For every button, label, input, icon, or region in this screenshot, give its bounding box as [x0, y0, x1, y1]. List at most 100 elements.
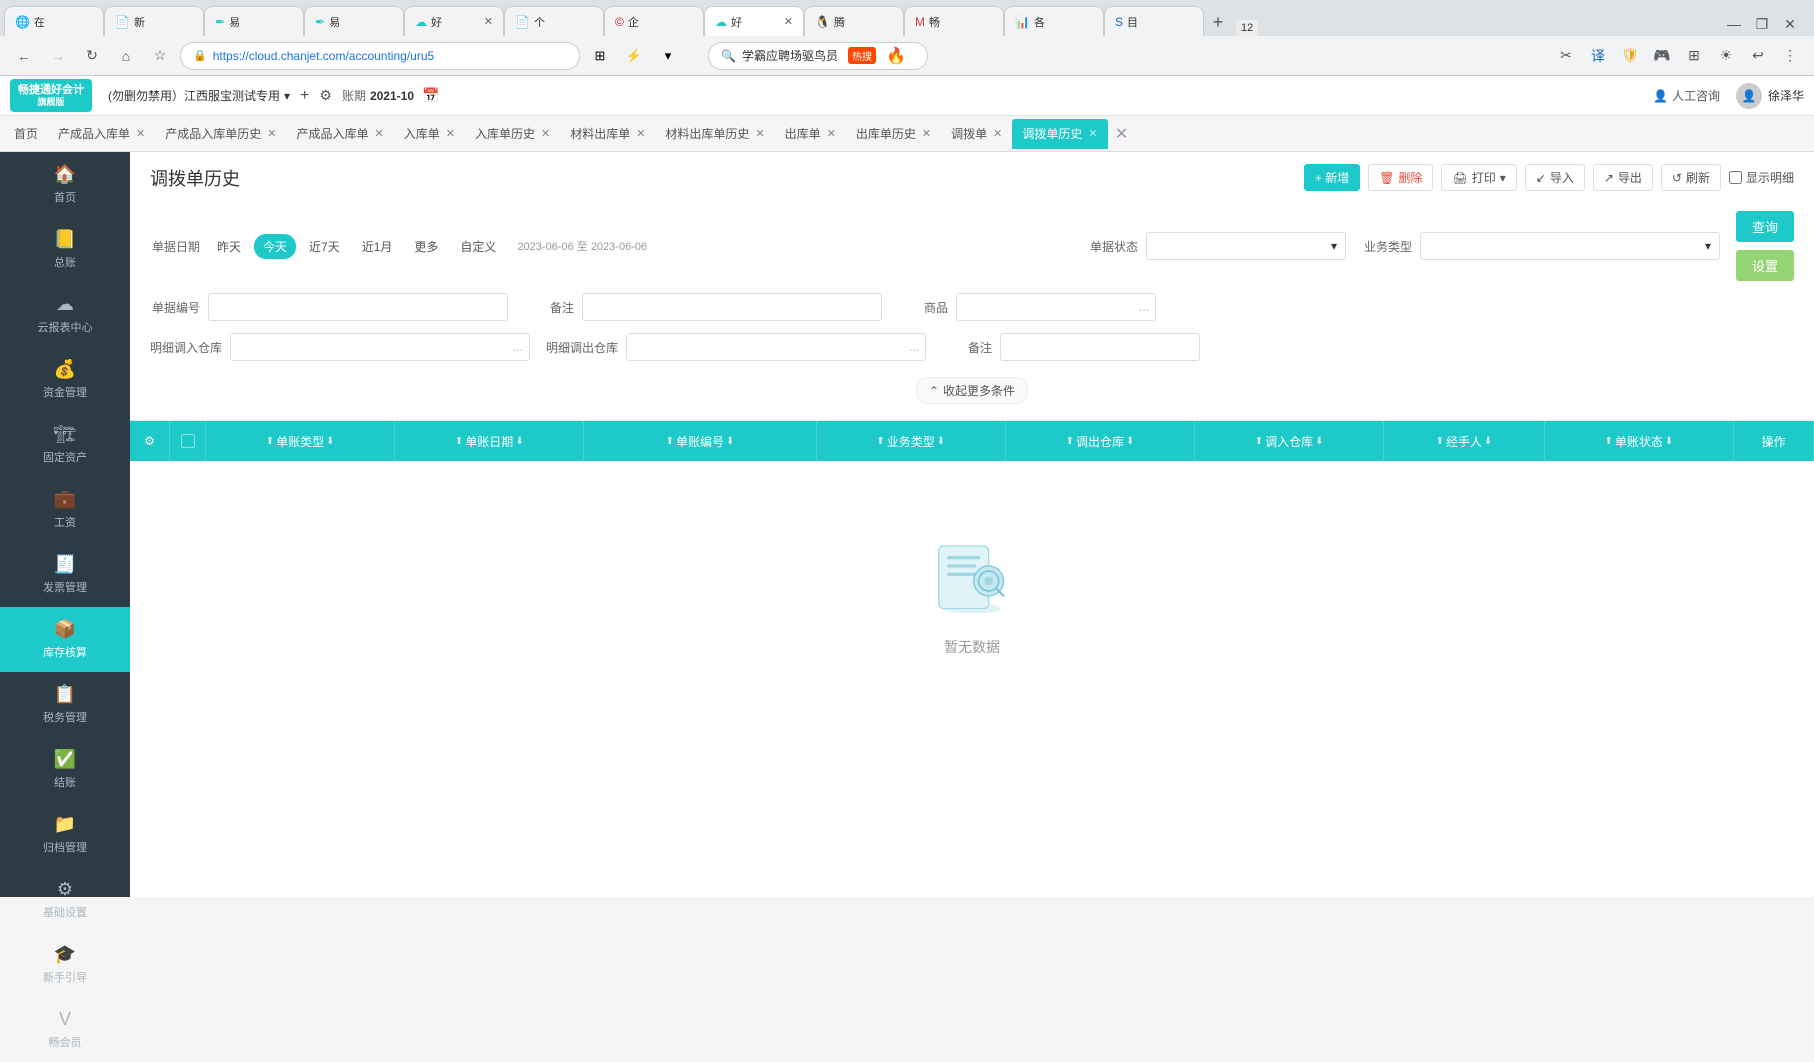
- detail-in-more-icon[interactable]: ...: [507, 340, 529, 354]
- lightning-icon[interactable]: ⚡: [620, 42, 648, 70]
- display-detail-checkbox[interactable]: 显示明细: [1729, 169, 1794, 186]
- search-area[interactable]: 🔍 学霸应聘场驱鸟员 热搜 🔥: [708, 42, 928, 70]
- close-window-button[interactable]: ✕: [1778, 12, 1802, 36]
- tab-transfer-hist[interactable]: 调拨单历史 ✕: [1012, 119, 1107, 149]
- export-button[interactable]: ↗ 导出: [1593, 164, 1653, 191]
- close-all-tabs-button[interactable]: ✕: [1112, 124, 1132, 144]
- refresh-button[interactable]: ↺ 刷新: [1661, 164, 1721, 191]
- print-button[interactable]: 🖨 打印 ▾: [1441, 164, 1516, 191]
- tab-mat-out-hist[interactable]: 材料出库单历史 ✕: [655, 119, 774, 149]
- scissors-icon[interactable]: ✂: [1552, 42, 1580, 70]
- tab-product-in2-close[interactable]: ✕: [375, 127, 384, 140]
- service-button[interactable]: 👤 人工咨询: [1653, 87, 1720, 104]
- tab-in-order-close[interactable]: ✕: [446, 127, 455, 140]
- th-status[interactable]: ⬆ 单账状态 ⬇: [1545, 421, 1734, 461]
- th-biz[interactable]: ⬆ 业务类型 ⬇: [817, 421, 1006, 461]
- sidebar-item-invoice[interactable]: 🧾 发票管理: [0, 542, 130, 607]
- browser-tab-11[interactable]: 📊 各: [1004, 6, 1104, 36]
- sidebar-item-wage[interactable]: 💼 工资: [0, 477, 130, 542]
- tab-transfer-close[interactable]: ✕: [993, 127, 1002, 140]
- sidebar-item-basic[interactable]: ⚙ 基础设置: [0, 867, 130, 932]
- new-tab-button[interactable]: +: [1204, 8, 1232, 36]
- th-num[interactable]: ⬆ 单账编号 ⬇: [584, 421, 816, 461]
- date-pill-yesterday[interactable]: 昨天: [208, 234, 250, 259]
- browser-tab-5[interactable]: ☁ 好 ✕: [404, 6, 504, 36]
- sidebar-item-fixed[interactable]: 🏗 固定资产: [0, 412, 130, 477]
- tab-product-in-hist[interactable]: 产成品入库单历史 ✕: [155, 119, 286, 149]
- tab-product-in2[interactable]: 产成品入库单 ✕: [286, 119, 393, 149]
- forward-button[interactable]: →: [44, 42, 72, 70]
- goods-more-icon[interactable]: ...: [1133, 300, 1155, 314]
- browser-tab-6[interactable]: 📄 个: [504, 6, 604, 36]
- delete-button[interactable]: 🗑 删除: [1368, 164, 1433, 191]
- sidebar-item-ledger[interactable]: 📒 总账: [0, 217, 130, 282]
- tab-transfer[interactable]: 调拨单 ✕: [941, 119, 1012, 149]
- th-out-warehouse[interactable]: ⬆ 调出仓库 ⬇: [1006, 421, 1195, 461]
- browser-tab-3[interactable]: ✒ 易: [204, 6, 304, 36]
- sidebar-item-home[interactable]: 🏠 首页: [0, 152, 130, 217]
- th-in-warehouse[interactable]: ⬆ 调入仓库 ⬇: [1195, 421, 1384, 461]
- browser-tab-7[interactable]: © 企: [604, 6, 704, 36]
- settings-icon[interactable]: ⚙: [319, 87, 332, 104]
- company-selector[interactable]: (勿删勿禁用）江西服宝测试专用 ▾: [108, 87, 290, 104]
- refresh-nav-button[interactable]: ↻: [78, 42, 106, 70]
- th-settings[interactable]: ⚙: [130, 421, 170, 461]
- new-button[interactable]: + 新增: [1304, 164, 1360, 191]
- calendar-icon[interactable]: 📅: [422, 87, 439, 104]
- extensions-button[interactable]: ⊞: [586, 42, 614, 70]
- biz-select[interactable]: ▾: [1420, 232, 1720, 260]
- menu-icon[interactable]: ⋮: [1776, 42, 1804, 70]
- date-pill-today[interactable]: 今天: [254, 234, 296, 259]
- sidebar-item-fund[interactable]: 💰 资金管理: [0, 347, 130, 412]
- tab-mat-out[interactable]: 材料出库单 ✕: [560, 119, 655, 149]
- th-handler[interactable]: ⬆ 经手人 ⬇: [1384, 421, 1545, 461]
- maximize-button[interactable]: ❐: [1750, 12, 1774, 36]
- th-date[interactable]: ⬆ 单账日期 ⬇: [395, 421, 584, 461]
- browser-tab-4[interactable]: ✒ 易: [304, 6, 404, 36]
- bookmark-button[interactable]: ☆: [146, 42, 174, 70]
- sidebar-item-settle[interactable]: ✅ 结账: [0, 737, 130, 802]
- gamepad-icon[interactable]: 🎮: [1648, 42, 1676, 70]
- tab-out-hist[interactable]: 出库单历史 ✕: [846, 119, 941, 149]
- tab-product-in-hist-close[interactable]: ✕: [267, 127, 276, 140]
- tab-product-in-close[interactable]: ✕: [136, 127, 145, 140]
- status-select[interactable]: ▾: [1146, 232, 1346, 260]
- tab-out-hist-close[interactable]: ✕: [922, 127, 931, 140]
- tab-in-hist-close[interactable]: ✕: [541, 127, 550, 140]
- tab-in-hist[interactable]: 入库单历史 ✕: [465, 119, 560, 149]
- browser-tab-12[interactable]: S 目: [1104, 6, 1204, 36]
- detail-in-selector[interactable]: ...: [230, 333, 530, 361]
- collapse-button[interactable]: ⌃ 收起更多条件: [916, 377, 1028, 404]
- dropdown-button[interactable]: ▾: [654, 42, 682, 70]
- back-button[interactable]: ←: [10, 42, 38, 70]
- date-pill-more[interactable]: 更多: [405, 234, 447, 259]
- tab-mat-out-hist-close[interactable]: ✕: [755, 127, 764, 140]
- tab-out-order[interactable]: 出库单 ✕: [775, 119, 846, 149]
- query-button[interactable]: 查询: [1736, 211, 1794, 242]
- user-info[interactable]: 👤 徐泽华: [1736, 83, 1804, 109]
- detail-out-selector[interactable]: ...: [626, 333, 926, 361]
- address-input[interactable]: 🔒 https://cloud.chanjet.com/accounting/u…: [180, 42, 580, 70]
- display-detail-input[interactable]: [1729, 171, 1742, 184]
- date-pill-custom[interactable]: 自定义: [451, 234, 505, 259]
- add-company-button[interactable]: +: [300, 87, 309, 105]
- tab-close-5[interactable]: ✕: [484, 15, 493, 28]
- tab-in-order[interactable]: 入库单 ✕: [394, 119, 465, 149]
- browser-tab-9[interactable]: 🐧 腾: [804, 6, 904, 36]
- date-pill-7days[interactable]: 近7天: [300, 234, 349, 259]
- undo-icon[interactable]: ↩: [1744, 42, 1772, 70]
- tab-out-order-close[interactable]: ✕: [827, 127, 836, 140]
- sidebar-item-guide[interactable]: 🎓 新手引导: [0, 932, 130, 997]
- doc-num-input[interactable]: [208, 293, 508, 321]
- select-all-checkbox[interactable]: [181, 434, 195, 448]
- translate-icon[interactable]: 译: [1584, 42, 1612, 70]
- remark-input[interactable]: [582, 293, 882, 321]
- import-button[interactable]: ↙ 导入: [1525, 164, 1585, 191]
- th-check[interactable]: [170, 421, 206, 461]
- goods-input[interactable]: [957, 294, 1133, 320]
- tab-transfer-hist-close[interactable]: ✕: [1088, 127, 1097, 140]
- goods-selector[interactable]: ...: [956, 293, 1156, 321]
- remark2-input[interactable]: [1000, 333, 1200, 361]
- tab-close-8[interactable]: ✕: [784, 15, 793, 28]
- sidebar-item-tax[interactable]: 📋 税务管理: [0, 672, 130, 737]
